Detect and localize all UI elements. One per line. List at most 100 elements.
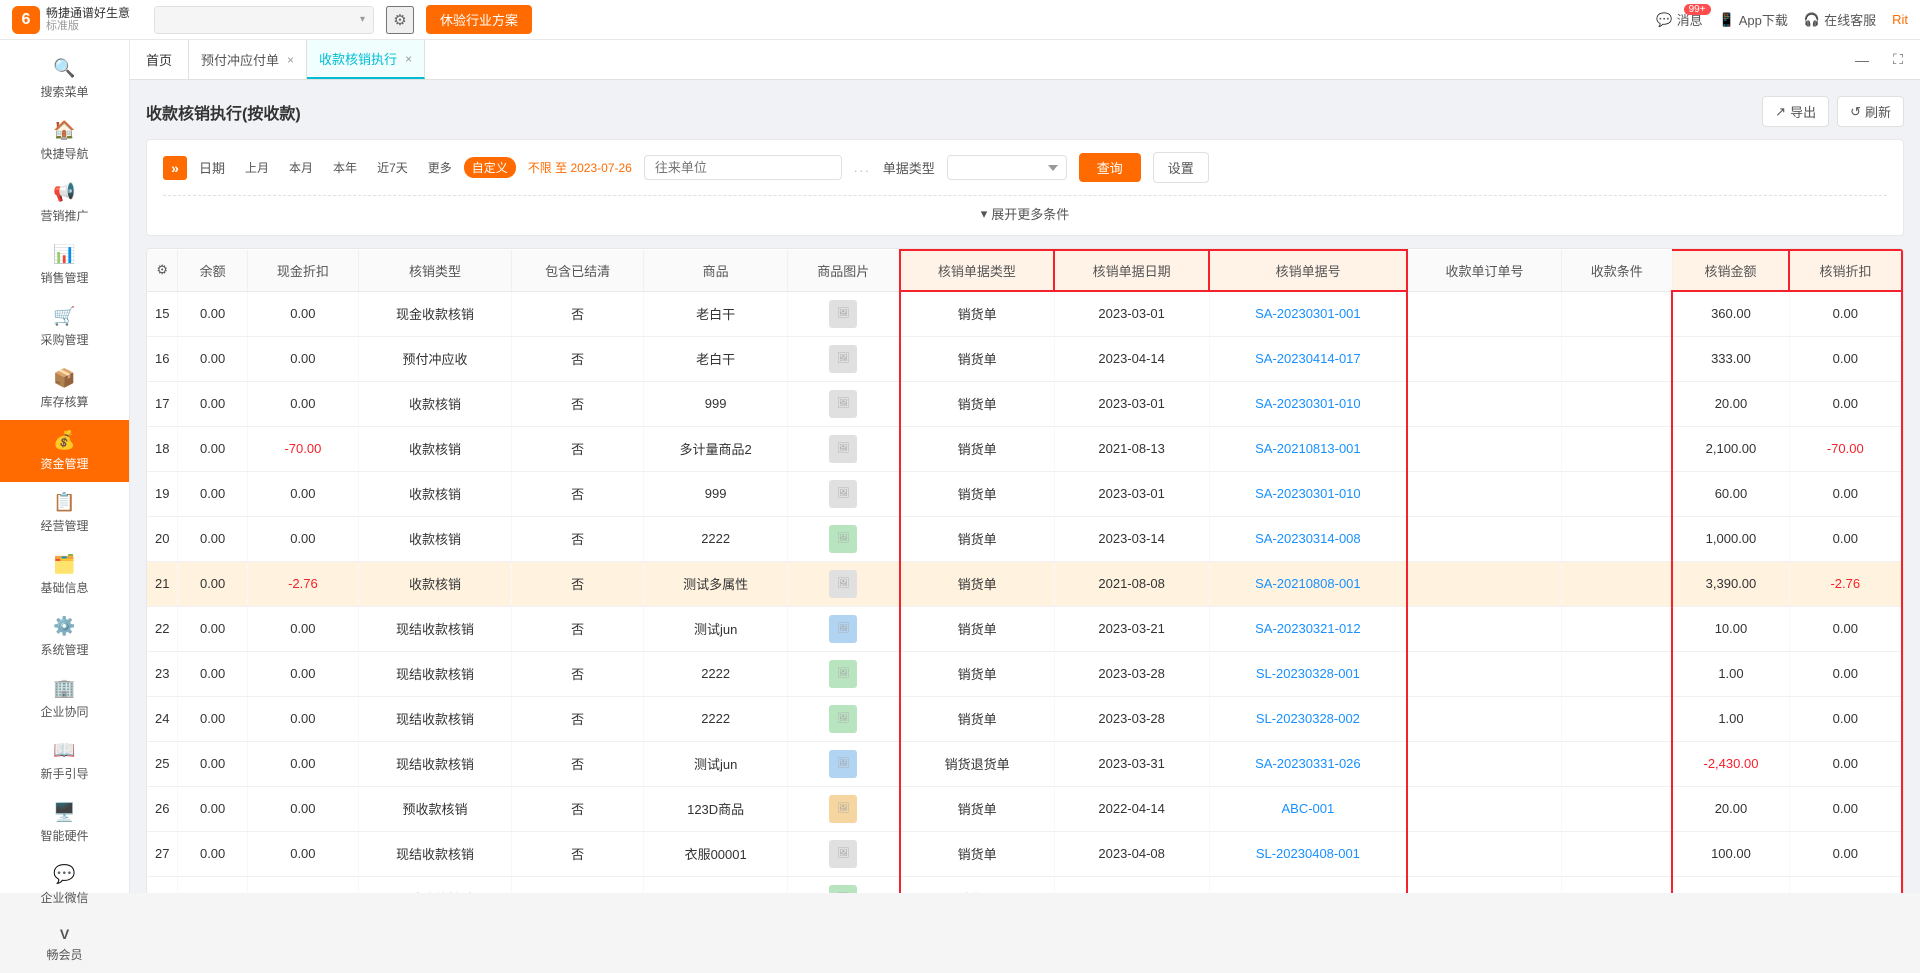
date-range-display: 不限 至 2023-07-26 bbox=[528, 159, 632, 176]
tab-bar: 首页 预付冲应付单 × 收款核销执行 × — ⛶ bbox=[130, 40, 1920, 80]
filter-expand-button[interactable]: » bbox=[163, 156, 187, 180]
tab-close-prepay[interactable]: × bbox=[287, 53, 294, 67]
bill-no-link[interactable]: SA-20230314-008 bbox=[1255, 531, 1361, 546]
sidebar-item-guide[interactable]: 📖 新手引导 bbox=[0, 730, 129, 792]
bill-no-link[interactable]: SA-20210813-001 bbox=[1255, 441, 1361, 456]
table-row: 250.000.00现结收款核销否测试jun🖼销货退货单2023-03-31SA… bbox=[147, 741, 1902, 786]
table-row: 240.000.00现结收款核销否2222🖼销货单2023-03-28SL-20… bbox=[147, 696, 1902, 741]
sidebar-item-corp[interactable]: 🏢 企业协同 bbox=[0, 668, 129, 730]
home-icon: 🏠 bbox=[53, 120, 75, 141]
sidebar-item-hardware[interactable]: 🖥️ 智能硬件 bbox=[0, 792, 129, 854]
messages-button[interactable]: 💬 消息 99+ bbox=[1656, 10, 1702, 29]
bill-no-link[interactable]: SA-20210808-001 bbox=[1255, 576, 1361, 591]
expand-more-button[interactable]: ▾ 展开更多条件 bbox=[163, 195, 1887, 223]
online-service-button[interactable]: 🎧 在线客服 bbox=[1804, 10, 1876, 29]
refresh-icon: ↺ bbox=[1850, 104, 1861, 120]
date-pill-this-year[interactable]: 本年 bbox=[325, 157, 365, 178]
bill-no-link[interactable]: SL-20230408-001 bbox=[1256, 846, 1360, 861]
th-balance: 余额 bbox=[178, 250, 247, 291]
table-row: 200.000.00收款核销否2222🖼销货单2023-03-14SA-2023… bbox=[147, 516, 1902, 561]
goods-image: 🖼 bbox=[829, 615, 857, 643]
basic-icon: 🗂️ bbox=[53, 554, 75, 575]
th-payment-terms: 收款条件 bbox=[1561, 250, 1672, 291]
sidebar-item-quick[interactable]: 🏠 快捷导航 bbox=[0, 110, 129, 172]
app-download-button[interactable]: 📱 App下载 bbox=[1719, 10, 1788, 29]
th-write-off-discount: 核销折扣 bbox=[1789, 250, 1902, 291]
page-actions: ↗ 导出 ↺ 刷新 bbox=[1762, 96, 1904, 127]
sidebar-item-basic[interactable]: 🗂️ 基础信息 bbox=[0, 544, 129, 606]
settings-gear-button[interactable]: ⚙ bbox=[386, 6, 414, 34]
user-name[interactable]: Rit bbox=[1892, 12, 1908, 27]
sidebar-item-sales[interactable]: 📊 销售管理 bbox=[0, 234, 129, 296]
export-button[interactable]: ↗ 导出 bbox=[1762, 96, 1829, 127]
partner-input[interactable] bbox=[644, 155, 842, 180]
search-icon: 🔍 bbox=[53, 58, 75, 79]
sidebar-item-marketing[interactable]: 📢 营销推广 bbox=[0, 172, 129, 234]
sidebar-item-member[interactable]: V 畅会员 bbox=[0, 916, 129, 973]
bill-no-link[interactable]: SL-20230328-002 bbox=[1256, 711, 1360, 726]
th-goods-img: 商品图片 bbox=[788, 250, 900, 291]
top-search-area: ▾ bbox=[154, 6, 374, 34]
sidebar-item-system[interactable]: ⚙️ 系统管理 bbox=[0, 606, 129, 668]
tab-right-controls: — ⛶ bbox=[1848, 46, 1920, 74]
bill-no-link[interactable]: SA-20230331-026 bbox=[1255, 756, 1361, 771]
sidebar-item-search[interactable]: 🔍 搜索菜单 bbox=[0, 48, 129, 110]
tab-home[interactable]: 首页 bbox=[130, 40, 189, 79]
message-icon: 💬 bbox=[1656, 12, 1672, 28]
industry-solution-button[interactable]: 休验行业方案 bbox=[426, 5, 532, 34]
filter-settings-button[interactable]: 设置 bbox=[1153, 152, 1209, 183]
goods-image: 🖼 bbox=[829, 525, 857, 553]
refresh-button[interactable]: ↺ 刷新 bbox=[1837, 96, 1904, 127]
th-gear[interactable]: ⚙ bbox=[147, 250, 178, 291]
table-row: 280.000.00现结收款核销否2222🖼销货单2023-04-18SL-20… bbox=[147, 876, 1902, 893]
th-write-off-amount: 核销金额 bbox=[1672, 250, 1789, 291]
tab-receipt[interactable]: 收款核销执行 × bbox=[307, 40, 425, 79]
date-pill-more[interactable]: 更多 bbox=[420, 157, 460, 178]
sidebar-item-finance[interactable]: 💰 资金管理 bbox=[0, 420, 129, 482]
bill-no-link[interactable]: ABC-001 bbox=[1282, 801, 1335, 816]
table-row: 220.000.00现结收款核销否测试jun🖼销货单2023-03-21SA-2… bbox=[147, 606, 1902, 651]
service-icon: 🎧 bbox=[1804, 12, 1820, 28]
top-right-area: 💬 消息 99+ 📱 App下载 🎧 在线客服 Rit bbox=[1656, 10, 1908, 29]
page-header: 收款核销执行(按收款) ↗ 导出 ↺ 刷新 bbox=[146, 96, 1904, 127]
date-pill-this-month[interactable]: 本月 bbox=[281, 157, 321, 178]
content-area: 首页 预付冲应付单 × 收款核销执行 × — ⛶ 收款核销执行(按收款) ↗ bbox=[130, 40, 1920, 893]
top-search-input[interactable] bbox=[163, 13, 356, 27]
bill-type-select[interactable] bbox=[947, 155, 1067, 180]
page-content: 收款核销执行(按收款) ↗ 导出 ↺ 刷新 » 日期 上月 bbox=[130, 80, 1920, 893]
system-icon: ⚙️ bbox=[53, 616, 75, 637]
tab-prepay[interactable]: 预付冲应付单 × bbox=[189, 40, 307, 79]
th-bill-type: 核销单据类型 bbox=[900, 250, 1055, 291]
bill-type-label: 单据类型 bbox=[883, 158, 935, 177]
table-row: 160.000.00预付冲应收否老白干🖼销货单2023-04-14SA-2023… bbox=[147, 336, 1902, 381]
sidebar-item-purchase[interactable]: 🛒 采购管理 bbox=[0, 296, 129, 358]
sidebar-item-wechat[interactable]: 💬 企业微信 bbox=[0, 854, 129, 916]
tab-fullscreen-button[interactable]: ⛶ bbox=[1884, 46, 1912, 74]
bill-no-link[interactable]: SL-20230328-001 bbox=[1256, 666, 1360, 681]
finance-icon: 💰 bbox=[53, 430, 75, 451]
bill-no-link[interactable]: SA-20230301-010 bbox=[1255, 396, 1361, 411]
query-button[interactable]: 查询 bbox=[1079, 153, 1141, 182]
sidebar-item-inventory[interactable]: 📦 库存核算 bbox=[0, 358, 129, 420]
main-layout: 🔍 搜索菜单 🏠 快捷导航 📢 营销推广 📊 销售管理 🛒 采购管理 📦 库存核… bbox=[0, 40, 1920, 893]
tab-minimize-button[interactable]: — bbox=[1848, 46, 1876, 74]
filter-dots: ... bbox=[854, 160, 871, 175]
bill-no-link[interactable]: SA-20230301-001 bbox=[1255, 306, 1361, 321]
goods-image: 🖼 bbox=[829, 345, 857, 373]
sidebar-item-business[interactable]: 📋 经营管理 bbox=[0, 482, 129, 544]
bill-no-link[interactable]: SA-20230414-017 bbox=[1255, 351, 1361, 366]
marketing-icon: 📢 bbox=[53, 182, 75, 203]
app-icon: 📱 bbox=[1719, 12, 1735, 28]
tab-close-receipt[interactable]: × bbox=[405, 52, 412, 66]
business-icon: 📋 bbox=[53, 492, 75, 513]
bill-no-link[interactable]: SA-20230301-010 bbox=[1255, 486, 1361, 501]
hardware-icon: 🖥️ bbox=[53, 802, 75, 823]
date-pill-custom[interactable]: 自定义 bbox=[464, 157, 516, 178]
bill-no-link[interactable]: SA-20230321-012 bbox=[1255, 621, 1361, 636]
goods-image: 🖼 bbox=[829, 300, 857, 328]
date-pill-7days[interactable]: 近7天 bbox=[369, 157, 416, 178]
date-pill-last-month[interactable]: 上月 bbox=[237, 157, 277, 178]
goods-image: 🖼 bbox=[829, 435, 857, 463]
table-row: 230.000.00现结收款核销否2222🖼销货单2023-03-28SL-20… bbox=[147, 651, 1902, 696]
data-table: ⚙ 余额 现金折扣 核销类型 包含已结清 商品 商品图片 核销单据类型 核销单据… bbox=[147, 249, 1903, 893]
